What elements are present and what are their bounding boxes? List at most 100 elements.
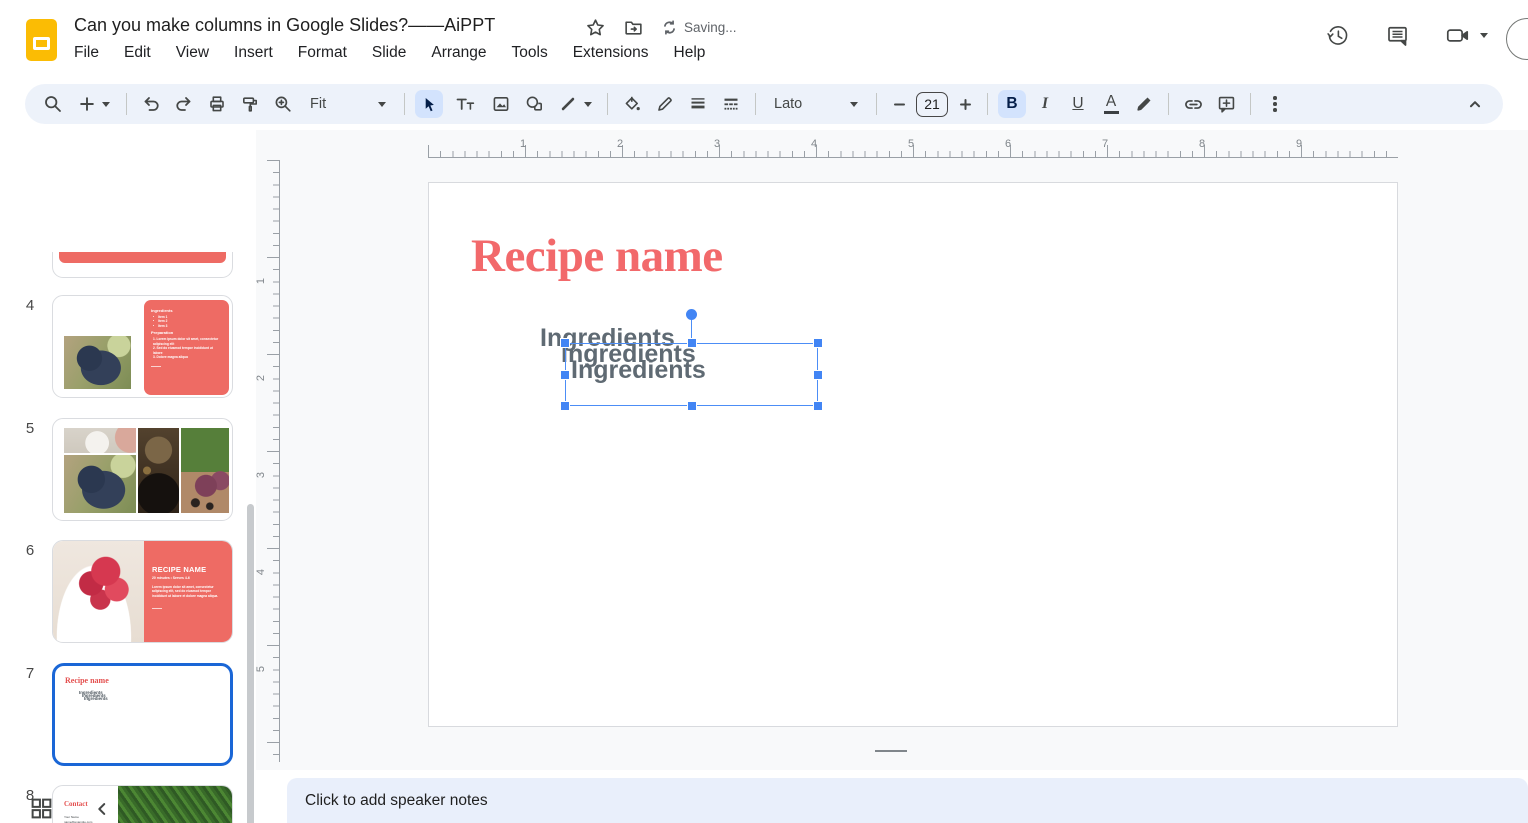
panel-body: Lorem ipsum dolor sit amet, consectetur …: [152, 585, 219, 598]
menu-format[interactable]: Format: [298, 44, 347, 62]
fill-color-icon[interactable]: [618, 90, 646, 118]
filmstrip-scrollbar[interactable]: [247, 504, 254, 823]
resize-handle-w[interactable]: [561, 370, 569, 379]
ruler-number: 7: [1101, 138, 1109, 150]
menu-insert[interactable]: Insert: [234, 44, 273, 62]
insert-link-icon[interactable]: [1179, 90, 1207, 118]
text-box-icon[interactable]: [448, 90, 482, 118]
slide-thumbnail-5[interactable]: [52, 418, 233, 521]
menu-extensions[interactable]: Extensions: [573, 44, 649, 62]
ruler-number: 3: [713, 138, 721, 150]
resize-handle-nw[interactable]: [561, 339, 569, 347]
border-weight-icon[interactable]: [684, 90, 712, 118]
insert-line-caret-icon[interactable]: [583, 101, 592, 107]
notes-resize-handle[interactable]: [875, 750, 907, 752]
slides-logo-icon[interactable]: [26, 19, 57, 61]
decrease-font-size-button[interactable]: [887, 90, 911, 118]
add-comment-icon[interactable]: [1212, 90, 1240, 118]
ruler-number: 4: [255, 568, 268, 576]
highlight-color-icon[interactable]: [1130, 90, 1158, 118]
ruler-number: 5: [255, 665, 268, 673]
border-dash-icon[interactable]: [717, 90, 745, 118]
top-bar: Can you make columns in Google Slides?——…: [0, 0, 1528, 78]
zoom-caret-icon: [378, 101, 386, 107]
resize-handle-sw[interactable]: [561, 402, 569, 410]
new-slide-button[interactable]: [72, 90, 116, 118]
paint-format-icon[interactable]: [236, 90, 264, 118]
comments-icon[interactable]: [1385, 23, 1410, 48]
ruler-number: 3: [255, 471, 268, 479]
ruler-number: 1: [519, 138, 527, 150]
text-color-button[interactable]: A: [1097, 90, 1125, 118]
slide-filmstrip: 4 Ingredients Item 1 Item 2 Item 3 Prepa…: [0, 130, 256, 823]
font-size-input[interactable]: [916, 91, 948, 117]
star-icon[interactable]: [585, 17, 606, 38]
account-avatar[interactable]: [1506, 18, 1528, 60]
menu-arrange[interactable]: Arrange: [431, 44, 486, 62]
increase-font-size-button[interactable]: [953, 90, 977, 118]
print-icon[interactable]: [203, 90, 231, 118]
collapse-toolbar-icon[interactable]: [1461, 90, 1489, 118]
resize-handle-e[interactable]: [814, 370, 822, 379]
recipe-title-panel: RECIPE NAME 20 minutes • Serves 4-6 Lore…: [144, 541, 232, 642]
border-color-icon[interactable]: [651, 90, 679, 118]
font-family-value: Lato: [774, 96, 803, 112]
resize-handle-n[interactable]: [687, 339, 696, 347]
thumb-slide-title: Recipe name: [65, 676, 109, 685]
slide-thumbnail-3-partial[interactable]: [52, 252, 233, 278]
panel-item: Item 3: [153, 324, 222, 328]
italic-button[interactable]: I: [1031, 90, 1059, 118]
ruler-number: 8: [1198, 138, 1206, 150]
collapse-filmstrip-icon[interactable]: [93, 800, 111, 818]
underline-button[interactable]: U: [1064, 90, 1092, 118]
grid-view-icon[interactable]: [30, 797, 53, 820]
thumb-text: Ingredients: [84, 696, 108, 701]
saving-status[interactable]: Saving...: [661, 19, 737, 36]
undo-button[interactable]: [137, 90, 165, 118]
recipe-steps-panel: Ingredients Item 1 Item 2 Item 3 Prepara…: [144, 300, 229, 395]
panel-heading: Ingredients: [151, 308, 173, 313]
speaker-notes[interactable]: Click to add speaker notes: [287, 778, 1528, 823]
resize-handle-se[interactable]: [814, 402, 822, 410]
menu-slide[interactable]: Slide: [372, 44, 406, 62]
vegetables-image: [181, 428, 229, 513]
move-folder-icon[interactable]: [623, 17, 644, 38]
menu-edit[interactable]: Edit: [124, 44, 151, 62]
version-history-icon[interactable]: [1325, 23, 1351, 49]
search-menus-icon[interactable]: [39, 90, 67, 118]
new-slide-caret-icon[interactable]: [102, 101, 110, 107]
ruler-number: 5: [907, 138, 915, 150]
resize-handle-ne[interactable]: [814, 339, 822, 347]
insert-shape-icon[interactable]: [520, 90, 548, 118]
video-call-icon[interactable]: [1444, 22, 1471, 49]
menu-tools[interactable]: Tools: [512, 44, 548, 62]
slide-thumbnail-4[interactable]: Ingredients Item 1 Item 2 Item 3 Prepara…: [52, 295, 233, 398]
more-options-icon[interactable]: [1261, 90, 1289, 118]
ruler-number: 2: [616, 138, 624, 150]
text-box-selection[interactable]: [561, 309, 822, 410]
insert-image-icon[interactable]: [487, 90, 515, 118]
slide-title-text[interactable]: Recipe name: [471, 229, 723, 283]
bold-button[interactable]: B: [998, 90, 1026, 118]
video-call-caret-icon[interactable]: [1480, 33, 1488, 38]
resize-handle-s[interactable]: [687, 402, 696, 410]
ruler-number: 6: [1004, 138, 1012, 150]
select-tool-button[interactable]: [415, 90, 443, 118]
zoom-icon[interactable]: [269, 90, 297, 118]
slide-thumbnail-6[interactable]: RECIPE NAME 20 minutes • Serves 4-6 Lore…: [52, 540, 233, 643]
saving-label: Saving...: [684, 20, 737, 35]
document-title[interactable]: Can you make columns in Google Slides?——…: [74, 15, 495, 36]
rotation-handle[interactable]: [686, 309, 697, 320]
menu-file[interactable]: File: [74, 44, 99, 62]
font-family-select[interactable]: Lato: [766, 90, 866, 118]
redo-button[interactable]: [170, 90, 198, 118]
menu-view[interactable]: View: [176, 44, 209, 62]
menu-help[interactable]: Help: [674, 44, 706, 62]
grapes-image: [64, 455, 136, 513]
slide-thumbnail-7-selected[interactable]: Recipe name Ingredients Ingredients Ingr…: [52, 663, 233, 766]
ruler-number: 4: [810, 138, 818, 150]
insert-line-button[interactable]: [553, 90, 597, 118]
ruler-number: 9: [1295, 138, 1303, 150]
zoom-select[interactable]: Fit: [302, 90, 394, 118]
panel-title: RECIPE NAME: [152, 565, 207, 574]
